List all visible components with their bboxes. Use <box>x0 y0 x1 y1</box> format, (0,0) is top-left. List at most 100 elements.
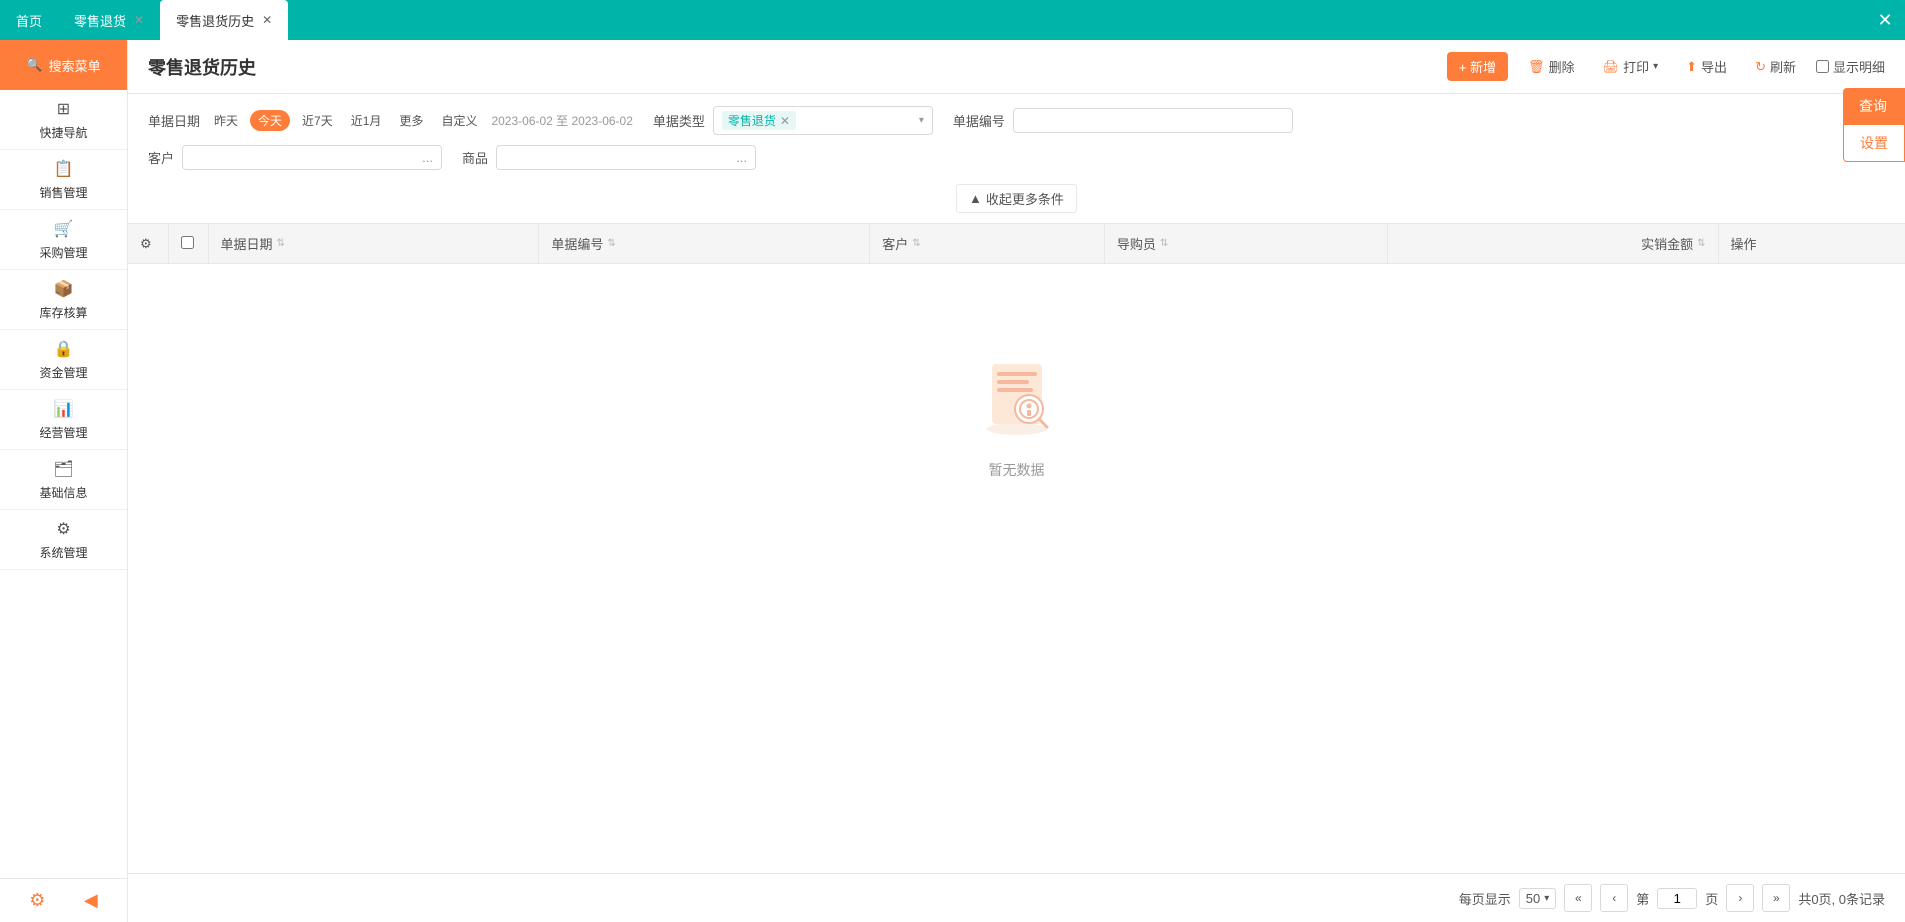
page-header: 零售退货历史 + 新增 🗑 删除 🖨 打印 ▾ ⬆ 导出 <box>128 40 1905 94</box>
inventory-icon: 📦 <box>53 278 75 300</box>
sidebar-menu: ⊞ 快捷导航 📋 销售管理 🛒 采购管理 📦 库存核算 🔒 资金管理 📊 <box>0 90 127 878</box>
th-date[interactable]: 单据日期 ⇅ <box>208 224 539 264</box>
filter-date-range: 2023-06-02 至 2023-06-02 <box>491 112 632 129</box>
page-prev-button[interactable]: ‹ <box>1600 884 1628 912</box>
collapse-sidebar-icon[interactable]: ◀ <box>84 890 98 911</box>
sidebar-item-sales-mgmt-label: 销售管理 <box>39 184 87 201</box>
filter-number-label: 单据编号 <box>953 111 1005 130</box>
th-number[interactable]: 单据编号 ⇅ <box>539 224 870 264</box>
tab-retail-return-close[interactable]: ✕ <box>134 13 144 27</box>
pagination-total: 共0页, 0条记录 <box>1798 889 1885 908</box>
date-btn-1month[interactable]: 近1月 <box>345 110 388 131</box>
sort-customer-icon: ⇅ <box>912 238 920 249</box>
sidebar-item-base-info[interactable]: 🗂 基础信息 <box>0 450 127 510</box>
show-detail-checkbox[interactable]: 显示明细 <box>1816 57 1885 76</box>
sidebar-item-inventory-label: 库存核算 <box>39 304 87 321</box>
filter-customer-input[interactable]: ... <box>182 145 442 170</box>
print-dropdown-icon: ▾ <box>1653 61 1658 72</box>
tab-retail-return-history[interactable]: 零售退货历史 ✕ <box>160 0 288 40</box>
date-btn-yesterday[interactable]: 昨天 <box>208 110 244 131</box>
filter-settings-button[interactable]: 设置 <box>1843 124 1905 162</box>
pagination-page-size-label: 每页显示 <box>1459 889 1511 908</box>
th-settings[interactable]: ⚙ <box>128 224 168 264</box>
filter-date-label: 单据日期 <box>148 111 200 130</box>
sidebar-item-sys-mgmt[interactable]: ⚙ 系统管理 <box>0 510 127 570</box>
window-close-button[interactable]: ✕ <box>1865 0 1905 40</box>
filter-customer-label: 客户 <box>148 148 174 167</box>
filter-type-tag-remove[interactable]: ✕ <box>780 114 790 128</box>
filter-row-2: 客户 ... 商品 ... <box>148 145 1885 170</box>
print-button[interactable]: 🖨 打印 ▾ <box>1595 53 1667 80</box>
data-table: ⚙ 单据日期 ⇅ <box>128 224 1905 264</box>
page-next-button[interactable]: › <box>1726 884 1754 912</box>
page-prev-icon: ‹ <box>1612 891 1616 905</box>
refresh-button[interactable]: ↻ 刷新 <box>1747 53 1804 80</box>
query-settings-panel: 查询 设置 <box>1843 88 1905 162</box>
filter-goods-input[interactable]: ... <box>496 145 756 170</box>
purchase-mgmt-icon: 🛒 <box>53 218 75 240</box>
filter-number-input[interactable] <box>1013 108 1293 133</box>
select-all-checkbox[interactable] <box>181 236 194 249</box>
collapse-row: ▲ 收起更多条件 <box>148 180 1885 217</box>
sidebar-item-operations[interactable]: 📊 经营管理 <box>0 390 127 450</box>
quick-nav-icon: ⊞ <box>53 98 75 120</box>
main-layout: 🔍 搜索菜单 ⊞ 快捷导航 📋 销售管理 🛒 采购管理 📦 库存核算 🔒 <box>0 40 1905 922</box>
date-btn-more[interactable]: 更多 <box>393 110 429 131</box>
filter-type-tag: 零售退货 ✕ <box>722 111 796 130</box>
filter-type-select[interactable]: 零售退货 ✕ ▾ <box>713 106 933 135</box>
delete-icon: 🗑 <box>1528 59 1545 75</box>
collapse-icon: ▲ <box>969 191 982 206</box>
filter-settings-label: 设置 <box>1860 135 1888 151</box>
th-date-label: 单据日期 <box>221 234 273 253</box>
sidebar-item-inventory[interactable]: 📦 库存核算 <box>0 270 127 330</box>
date-btn-custom[interactable]: 自定义 <box>435 110 483 131</box>
date-btn-7days[interactable]: 近7天 <box>296 110 339 131</box>
sidebar-item-sales-mgmt[interactable]: 📋 销售管理 <box>0 150 127 210</box>
th-customer[interactable]: 客户 ⇅ <box>870 224 1105 264</box>
filter-type: 单据类型 零售退货 ✕ ▾ <box>653 106 933 135</box>
table-container: ⚙ 单据日期 ⇅ <box>128 224 1905 873</box>
sidebar-item-purchase-mgmt[interactable]: 🛒 采购管理 <box>0 210 127 270</box>
sidebar-item-sys-mgmt-label: 系统管理 <box>39 544 87 561</box>
tab-home[interactable]: 首页 <box>0 0 58 40</box>
sidebar-item-finance[interactable]: 🔒 资金管理 <box>0 330 127 390</box>
goods-ellipsis: ... <box>736 150 747 165</box>
page-size-select[interactable]: 50 ▾ <box>1519 888 1557 909</box>
page-last-button[interactable]: » <box>1762 884 1790 912</box>
th-amount[interactable]: 实销金额 ⇅ <box>1387 224 1718 264</box>
th-guide[interactable]: 导购员 ⇅ <box>1104 224 1387 264</box>
pagination-page-label: 第 <box>1636 889 1649 908</box>
query-button[interactable]: 查询 <box>1843 88 1905 124</box>
collapse-button[interactable]: ▲ 收起更多条件 <box>956 184 1077 213</box>
export-button[interactable]: ⬆ 导出 <box>1678 53 1735 80</box>
tab-retail-return-history-close[interactable]: ✕ <box>262 13 272 27</box>
settings-icon[interactable]: ⚙ <box>29 890 45 911</box>
refresh-icon: ↻ <box>1755 59 1766 75</box>
filter-type-label: 单据类型 <box>653 111 705 130</box>
filter-number: 单据编号 <box>953 108 1293 133</box>
delete-button[interactable]: 🗑 删除 <box>1520 53 1583 80</box>
collapse-label: 收起更多条件 <box>986 189 1064 208</box>
th-amount-label: 实销金额 <box>1641 234 1693 253</box>
page-number-input[interactable] <box>1657 888 1697 909</box>
page-size-value: 50 <box>1526 891 1540 906</box>
show-detail-checkbox-input[interactable] <box>1816 60 1829 73</box>
sidebar-search[interactable]: 🔍 搜索菜单 <box>0 40 127 90</box>
settings-gear-icon[interactable]: ⚙ <box>140 236 152 251</box>
empty-text: 暂无数据 <box>989 460 1045 480</box>
pagination-bar: 每页显示 50 ▾ « ‹ 第 页 › » <box>128 873 1905 922</box>
date-btn-today[interactable]: 今天 <box>250 110 290 131</box>
tab-home-label: 首页 <box>16 11 42 30</box>
th-checkbox[interactable] <box>168 224 208 264</box>
delete-button-label: 删除 <box>1549 57 1575 76</box>
tab-retail-return[interactable]: 零售退货 ✕ <box>58 0 160 40</box>
sidebar-item-base-info-label: 基础信息 <box>39 484 87 501</box>
table-header: ⚙ 单据日期 ⇅ <box>128 224 1905 264</box>
export-icon: ⬆ <box>1686 59 1697 75</box>
sidebar-item-quick-nav[interactable]: ⊞ 快捷导航 <box>0 90 127 150</box>
sidebar-item-quick-nav-label: 快捷导航 <box>39 124 87 141</box>
top-bar: 首页 零售退货 ✕ 零售退货历史 ✕ ✕ <box>0 0 1905 40</box>
page-first-button[interactable]: « <box>1564 884 1592 912</box>
sort-amount-icon: ⇅ <box>1697 238 1705 249</box>
add-button[interactable]: + 新增 <box>1447 52 1508 81</box>
